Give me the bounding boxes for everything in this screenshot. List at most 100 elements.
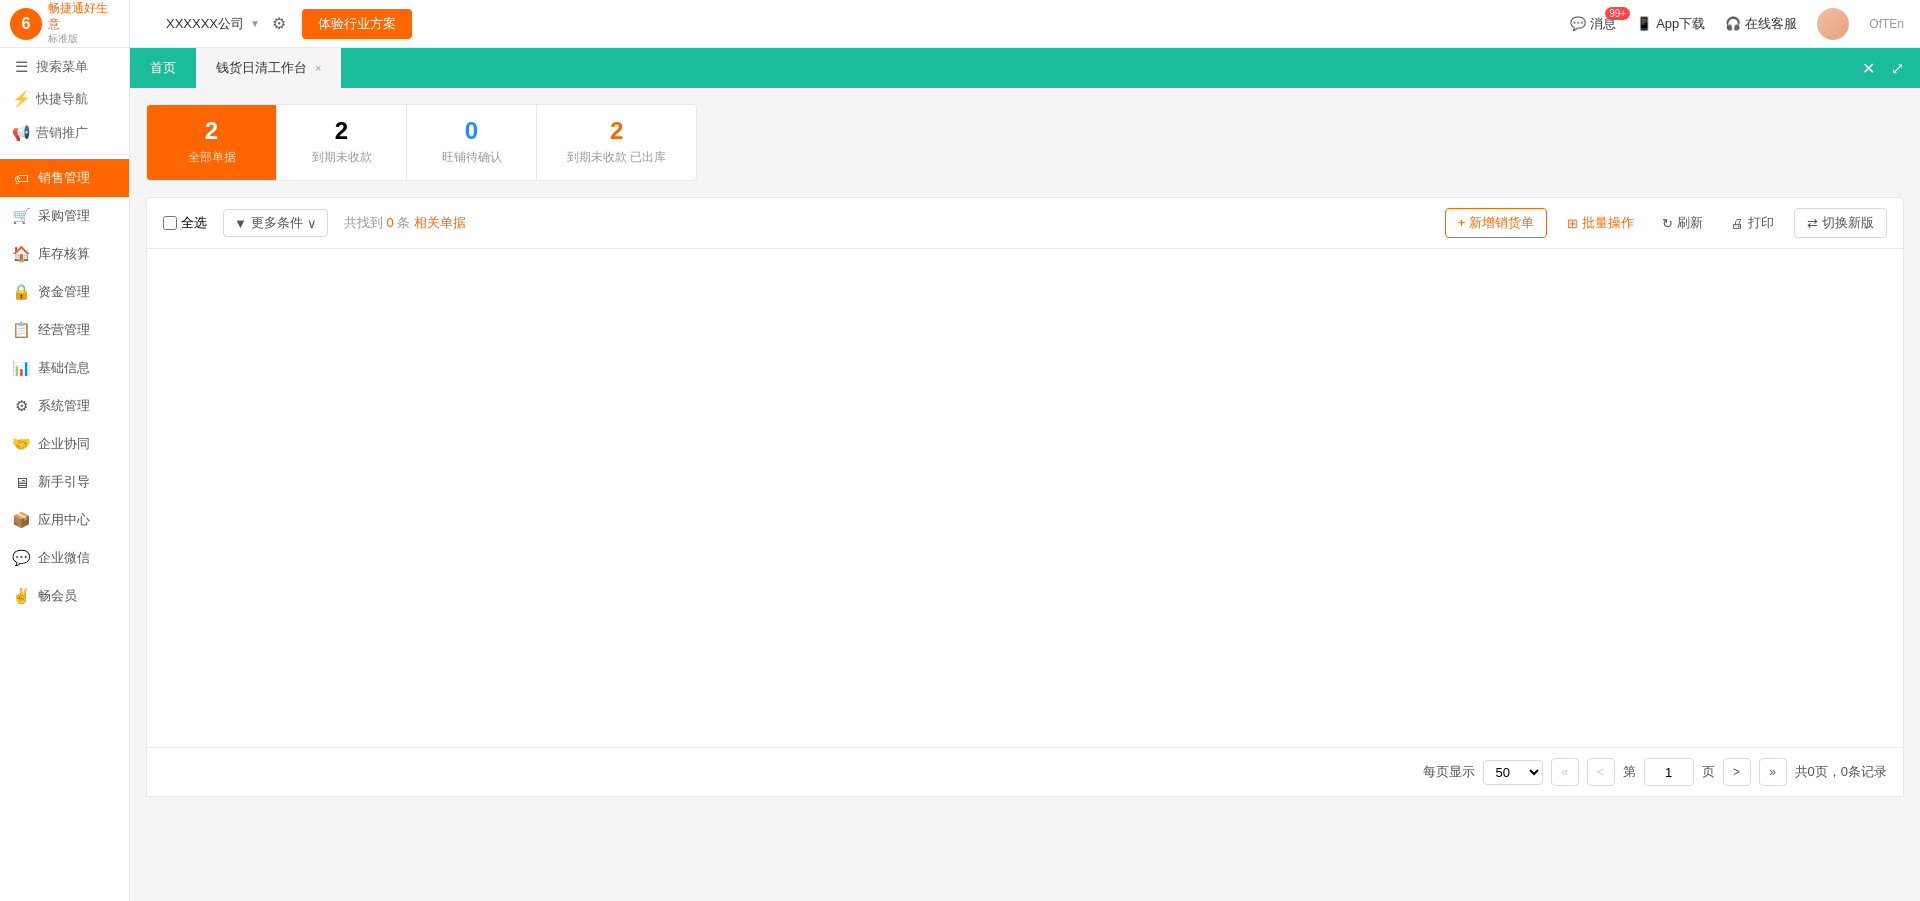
- last-page-button[interactable]: »: [1759, 758, 1787, 786]
- company-selector[interactable]: XXXXXX公司 ▼: [166, 15, 260, 33]
- sidebar-wechat-label: 企业微信: [38, 549, 90, 567]
- found-prefix: 共找到: [344, 215, 383, 230]
- sidebar-guide-label: 新手引导: [38, 473, 90, 491]
- app-download-icon: 📱: [1636, 16, 1652, 31]
- member-icon: ✌: [12, 587, 30, 605]
- print-button[interactable]: 🖨 打印: [1723, 210, 1782, 236]
- online-service-button[interactable]: 🎧 在线客服: [1725, 15, 1797, 33]
- sidebar-inventory-label: 库存核算: [38, 245, 90, 263]
- sidebar-base-label: 基础信息: [38, 359, 90, 377]
- tab-home-label: 首页: [150, 59, 176, 77]
- tab-bar: 首页 钱货日清工作台 × ✕ ⤢: [130, 48, 1920, 88]
- sidebar-item-inventory[interactable]: 🏠 库存核算: [0, 235, 129, 273]
- switch-version-button[interactable]: ⇄ 切换新版: [1794, 208, 1887, 238]
- sidebar-item-enterprise[interactable]: 🤝 企业协同: [0, 425, 129, 463]
- stat-card-shipped[interactable]: 2 到期未收款 已出库: [537, 105, 696, 180]
- refresh-button[interactable]: ↻ 刷新: [1654, 210, 1711, 236]
- search-icon: ☰: [12, 58, 30, 76]
- avatar-image: [1817, 8, 1849, 40]
- operations-icon: 📋: [12, 321, 30, 339]
- sidebar-quick-nav[interactable]: ⚡ 快捷导航: [0, 82, 129, 116]
- page-size-select[interactable]: 50 100 200: [1483, 760, 1543, 785]
- app-logo-icon: 6: [10, 8, 42, 40]
- settings-button[interactable]: ⚙: [272, 14, 286, 33]
- sidebar-promo[interactable]: 📢 营销推广: [0, 116, 129, 150]
- trial-button[interactable]: 体验行业方案: [302, 9, 412, 39]
- sidebar-item-wechat[interactable]: 💬 企业微信: [0, 539, 129, 577]
- stat-shipped-label: 到期未收款 已出库: [567, 150, 666, 164]
- tab-bar-actions: ✕ ⤢: [1858, 55, 1920, 82]
- sidebar-operations-label: 经营管理: [38, 321, 90, 339]
- quick-nav-label: 快捷导航: [36, 90, 88, 108]
- company-name: XXXXXX公司: [166, 15, 244, 33]
- tab-close-icon[interactable]: ×: [315, 62, 321, 74]
- first-page-button[interactable]: «: [1551, 758, 1579, 786]
- sidebar-finance-label: 资金管理: [38, 283, 90, 301]
- sidebar-appstore-label: 应用中心: [38, 511, 90, 529]
- print-label: 打印: [1748, 214, 1774, 232]
- prev-page-button[interactable]: <: [1587, 758, 1615, 786]
- avatar[interactable]: [1817, 8, 1849, 40]
- sidebar-item-guide[interactable]: 🖥 新手引导: [0, 463, 129, 501]
- messages-button[interactable]: 💬 消息 99+: [1570, 15, 1616, 33]
- new-sale-label: + 新增销货单: [1458, 214, 1534, 232]
- enterprise-icon: 🤝: [12, 435, 30, 453]
- batch-ops-button[interactable]: ⊞ 批量操作: [1559, 210, 1642, 236]
- batch-ops-icon: ⊞: [1567, 216, 1578, 231]
- page-size-text: 每页显示: [1423, 763, 1475, 781]
- sales-icon: 🏷: [12, 170, 30, 187]
- app-name: 畅捷通好生意: [48, 1, 119, 32]
- sidebar-enterprise-label: 企业协同: [38, 435, 90, 453]
- settings-icon: ⚙: [272, 15, 286, 32]
- sidebar-item-purchase[interactable]: 🛒 采购管理: [0, 197, 129, 235]
- page-of-label: 页: [1702, 763, 1715, 781]
- refresh-label: 刷新: [1677, 214, 1703, 232]
- filter-bar: 全选 ▼ 更多条件 ∨ 共找到 0 条 相关单据 + 新增销货单 ⊞ 批量操作 …: [146, 197, 1904, 248]
- guide-icon: 🖥: [12, 474, 30, 491]
- switch-icon: ⇄: [1807, 216, 1818, 231]
- sidebar-item-appstore[interactable]: 📦 应用中心: [0, 501, 129, 539]
- tab-bar-close-button[interactable]: ✕: [1858, 55, 1879, 82]
- page-label: 第: [1623, 763, 1636, 781]
- sidebar-item-system[interactable]: ⚙ 系统管理: [0, 387, 129, 425]
- app-version: 标准版: [48, 32, 119, 46]
- found-unit: 条: [397, 215, 410, 230]
- sidebar-search[interactable]: ☰ 搜索菜单: [0, 48, 129, 82]
- tab-worktable-label: 钱货日清工作台: [216, 59, 307, 77]
- app-download-button[interactable]: 📱 App下载: [1636, 15, 1705, 33]
- select-all-input[interactable]: [163, 216, 177, 230]
- page-number-input[interactable]: [1644, 758, 1694, 786]
- username[interactable]: OfTEn: [1869, 17, 1904, 31]
- tab-bar-fullscreen-button[interactable]: ⤢: [1887, 55, 1908, 82]
- sidebar-item-base[interactable]: 📊 基础信息: [0, 349, 129, 387]
- new-sale-button[interactable]: + 新增销货单: [1445, 208, 1547, 238]
- chevron-down-icon: ∨: [307, 216, 317, 231]
- sidebar-item-finance[interactable]: 🔒 资金管理: [0, 273, 129, 311]
- header-right: 💬 消息 99+ 📱 App下载 🎧 在线客服 OfTEn: [1570, 8, 1904, 40]
- stat-card-all[interactable]: 2 全部单据: [147, 105, 277, 180]
- sidebar-item-operations[interactable]: 📋 经营管理: [0, 311, 129, 349]
- stat-card-wangpu[interactable]: 0 旺铺待确认: [407, 105, 537, 180]
- sidebar-sales-label: 销售管理: [38, 169, 90, 187]
- promo-label: 营销推广: [36, 124, 88, 142]
- tab-home[interactable]: 首页: [130, 48, 196, 88]
- next-page-button[interactable]: >: [1723, 758, 1751, 786]
- pagination-summary: 共0页，0条记录: [1795, 763, 1887, 781]
- sidebar: 6 畅捷通好生意 标准版 ☰ 搜索菜单 ⚡ 快捷导航 📢 营销推广 🏷 销售管理…: [0, 0, 130, 901]
- select-all-checkbox[interactable]: 全选: [163, 214, 207, 232]
- more-conditions-label: 更多条件: [251, 214, 303, 232]
- company-dropdown-arrow: ▼: [250, 18, 260, 29]
- more-conditions-button[interactable]: ▼ 更多条件 ∨: [223, 209, 328, 237]
- main-content: 2 全部单据 2 到期未收款 0 旺铺待确认 2 到期未收款 已出库 全选 ▼ …: [130, 88, 1920, 901]
- tab-worktable[interactable]: 钱货日清工作台 ×: [196, 48, 341, 88]
- purchase-icon: 🛒: [12, 207, 30, 225]
- stat-card-overdue[interactable]: 2 到期未收款: [277, 105, 407, 180]
- sidebar-item-sales[interactable]: 🏷 销售管理: [0, 159, 129, 197]
- stat-shipped-number: 2: [567, 119, 666, 143]
- found-link[interactable]: 相关单据: [414, 215, 466, 230]
- sidebar-item-member[interactable]: ✌ 畅会员: [0, 577, 129, 615]
- appstore-icon: 📦: [12, 511, 30, 529]
- found-count: 0: [387, 215, 394, 230]
- messages-badge: 99+: [1605, 7, 1630, 20]
- print-icon: 🖨: [1731, 216, 1744, 231]
